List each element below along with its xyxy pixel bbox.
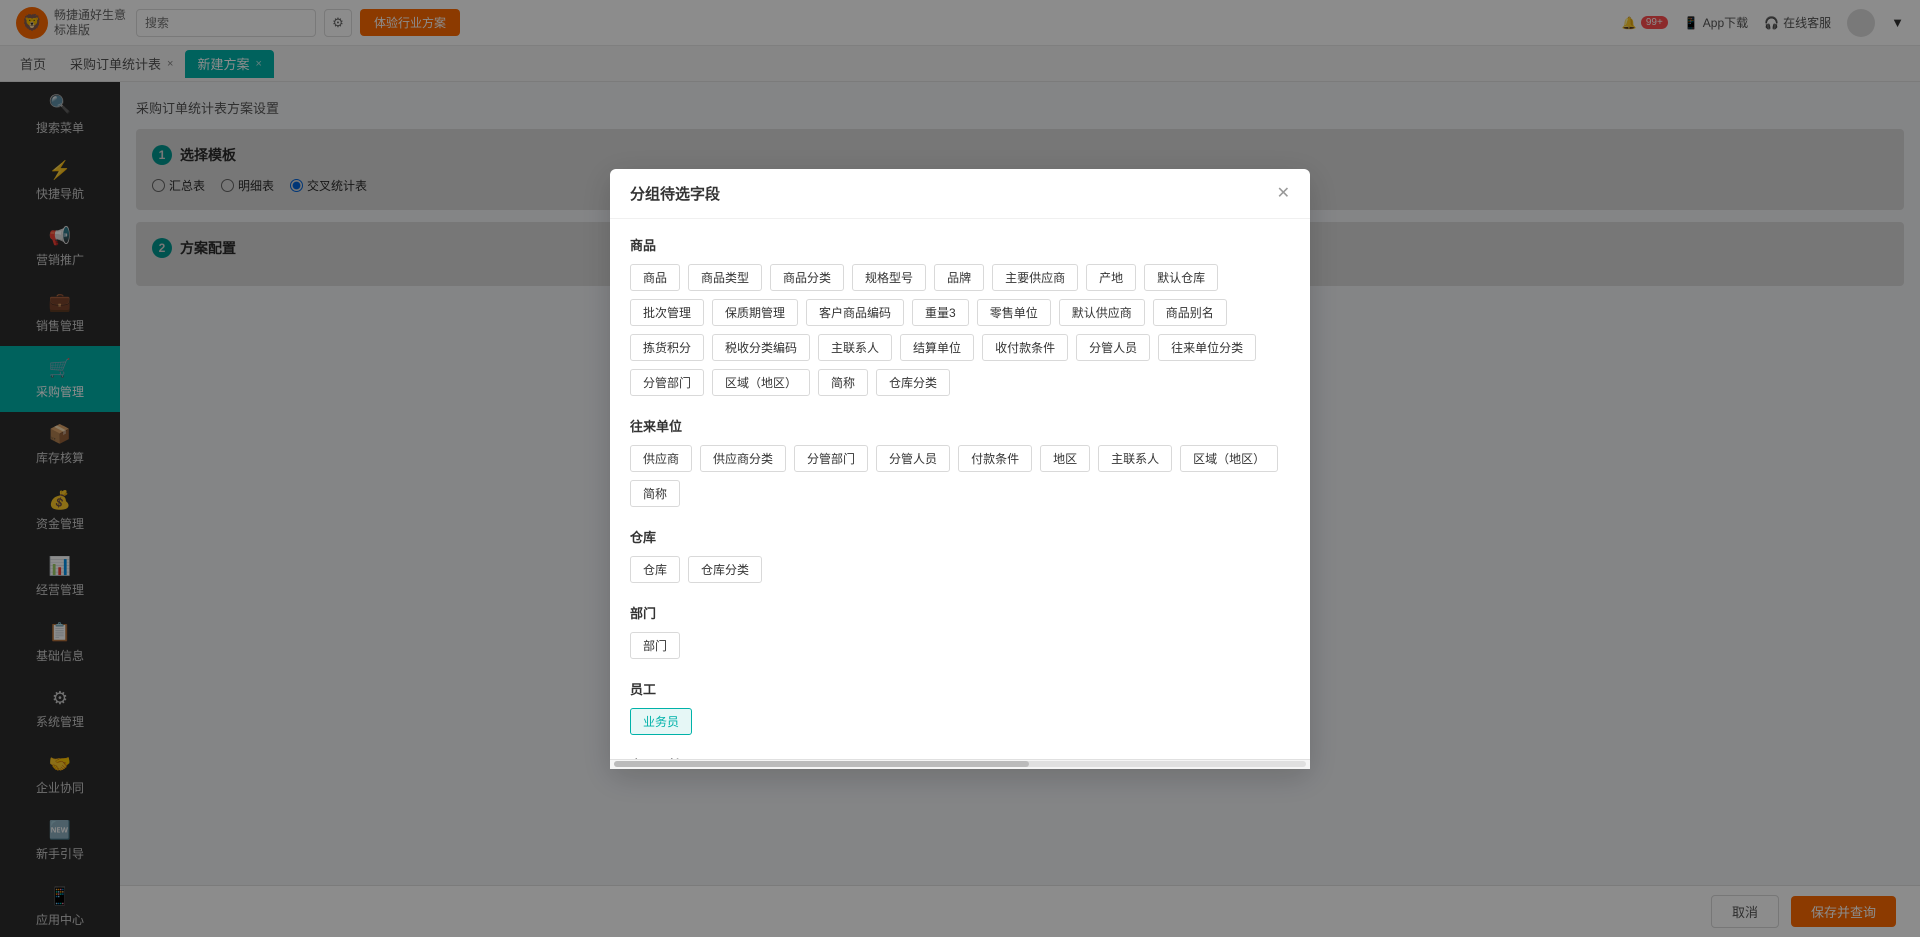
chip-warehouse-cat2[interactable]: 仓库分类 xyxy=(688,556,762,583)
section-counterparty-title: 往来单位 xyxy=(630,416,1290,435)
chip-managed-person[interactable]: 分管人员 xyxy=(876,445,950,472)
chip-warehouse-cat[interactable]: 仓库分类 xyxy=(876,369,950,396)
chip-short-name2[interactable]: 简称 xyxy=(630,480,680,507)
chip-customer-code[interactable]: 客户商品编码 xyxy=(806,299,904,326)
chip-product[interactable]: 商品 xyxy=(630,264,680,291)
warehouse-fields: 仓库 仓库分类 xyxy=(630,556,1290,583)
chip-supervisor[interactable]: 分管人员 xyxy=(1076,334,1150,361)
dept-fields: 部门 xyxy=(630,632,1290,659)
section-product-title: 商品 xyxy=(630,235,1290,254)
section-warehouse-title: 仓库 xyxy=(630,527,1290,546)
chip-region2[interactable]: 区域（地区） xyxy=(1180,445,1278,472)
chip-default-supplier[interactable]: 默认供应商 xyxy=(1059,299,1145,326)
chip-dept[interactable]: 部门 xyxy=(630,632,680,659)
section-product: 商品 商品 商品类型 商品分类 规格型号 品牌 主要供应商 产地 默认仓库 批次… xyxy=(630,235,1290,396)
section-counterparty: 往来单位 供应商 供应商分类 分管部门 分管人员 付款条件 地区 主联系人 区域… xyxy=(630,416,1290,507)
section-dept: 部门 部门 xyxy=(630,603,1290,659)
chip-managed-dept[interactable]: 分管部门 xyxy=(794,445,868,472)
section-warehouse: 仓库 仓库 仓库分类 xyxy=(630,527,1290,583)
modal-title: 分组待选字段 xyxy=(630,183,720,204)
section-dept-title: 部门 xyxy=(630,603,1290,622)
modal-hscrollbar[interactable] xyxy=(610,759,1310,769)
section-employee: 员工 业务员 xyxy=(630,679,1290,735)
counterparty-fields: 供应商 供应商分类 分管部门 分管人员 付款条件 地区 主联系人 区域（地区） … xyxy=(630,445,1290,507)
chip-weight3[interactable]: 重量3 xyxy=(912,299,969,326)
chip-brand[interactable]: 品牌 xyxy=(934,264,984,291)
chip-dept-managed[interactable]: 分管部门 xyxy=(630,369,704,396)
chip-tax-code[interactable]: 税收分类编码 xyxy=(712,334,810,361)
chip-main-contact[interactable]: 主联系人 xyxy=(818,334,892,361)
chip-product-category[interactable]: 商品分类 xyxy=(770,264,844,291)
chip-default-warehouse[interactable]: 默认仓库 xyxy=(1144,264,1218,291)
chip-batch-mgmt[interactable]: 批次管理 xyxy=(630,299,704,326)
chip-region[interactable]: 区域（地区） xyxy=(712,369,810,396)
modal-hscroll-thumb xyxy=(614,761,1029,767)
field-select-modal: 分组待选字段 ✕ 商品 商品 商品类型 商品分类 规格型号 品牌 主要供应商 产… xyxy=(610,169,1310,769)
chip-warehouse[interactable]: 仓库 xyxy=(630,556,680,583)
chip-payment-terms[interactable]: 收付款条件 xyxy=(982,334,1068,361)
modal-hscroll-track xyxy=(614,761,1306,767)
chip-area[interactable]: 地区 xyxy=(1040,445,1090,472)
chip-unit-category[interactable]: 往来单位分类 xyxy=(1158,334,1256,361)
chip-product-type[interactable]: 商品类型 xyxy=(688,264,762,291)
modal-header: 分组待选字段 ✕ xyxy=(610,169,1310,219)
chip-short-name[interactable]: 简称 xyxy=(818,369,868,396)
chip-pickup-score[interactable]: 拣货积分 xyxy=(630,334,704,361)
chip-origin[interactable]: 产地 xyxy=(1086,264,1136,291)
chip-spec-model[interactable]: 规格型号 xyxy=(852,264,926,291)
modal-overlay: 分组待选字段 ✕ 商品 商品 商品类型 商品分类 规格型号 品牌 主要供应商 产… xyxy=(0,0,1920,937)
chip-payment-cond[interactable]: 付款条件 xyxy=(958,445,1032,472)
chip-product-alias[interactable]: 商品别名 xyxy=(1153,299,1227,326)
chip-supplier-cat[interactable]: 供应商分类 xyxy=(700,445,786,472)
modal-close-button[interactable]: ✕ xyxy=(1277,183,1290,203)
employee-fields: 业务员 xyxy=(630,708,1290,735)
chip-settlement-unit[interactable]: 结算单位 xyxy=(900,334,974,361)
chip-retail-unit[interactable]: 零售单位 xyxy=(977,299,1051,326)
chip-shelf-life[interactable]: 保质期管理 xyxy=(712,299,798,326)
section-employee-title: 员工 xyxy=(630,679,1290,698)
chip-main-supplier[interactable]: 主要供应商 xyxy=(992,264,1078,291)
chip-main-contact2[interactable]: 主联系人 xyxy=(1098,445,1172,472)
modal-body: 商品 商品 商品类型 商品分类 规格型号 品牌 主要供应商 产地 默认仓库 批次… xyxy=(610,219,1310,759)
chip-supplier[interactable]: 供应商 xyxy=(630,445,692,472)
chip-salesperson[interactable]: 业务员 xyxy=(630,708,692,735)
product-fields: 商品 商品类型 商品分类 规格型号 品牌 主要供应商 产地 默认仓库 批次管理 … xyxy=(630,264,1290,396)
